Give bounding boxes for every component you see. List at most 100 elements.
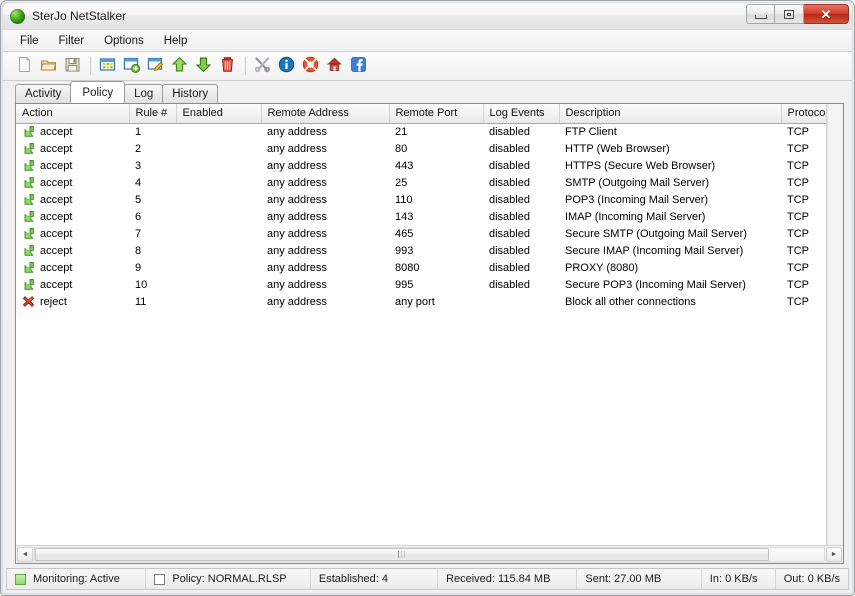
open-folder-button[interactable] xyxy=(37,55,59,77)
window-controls: ✕ xyxy=(746,4,849,25)
new-document-button[interactable] xyxy=(13,55,35,77)
table-row[interactable]: accept 5 any address 110 disabled POP3 (Incom… xyxy=(16,191,826,208)
table-row[interactable]: accept 7 any address 465 disabled Secure SMTP… xyxy=(16,225,826,242)
cell-action: accept xyxy=(16,276,129,293)
tab-policy[interactable]: Policy xyxy=(70,81,126,103)
delete-button[interactable] xyxy=(216,55,238,77)
table-row[interactable]: accept 9 any address 8080 disabled PROXY (808… xyxy=(16,259,826,276)
tab-log[interactable]: Log xyxy=(124,84,164,103)
scroll-right-button[interactable]: ► xyxy=(826,547,842,562)
add-rule-button[interactable] xyxy=(120,55,142,77)
table-row[interactable]: accept 10 any address 995 disabled Secure POP… xyxy=(16,276,826,293)
cell-rule: 9 xyxy=(135,261,142,274)
cell-enabled xyxy=(176,174,261,191)
cell-remote-address: any address xyxy=(267,142,327,155)
column-header-description[interactable]: Description xyxy=(559,104,782,124)
status-sent: Sent: 27.00 MB xyxy=(577,569,702,589)
cell-remote-port: 21 xyxy=(395,125,408,138)
cell-remote-address: any address xyxy=(267,159,327,172)
accept-arrow-icon xyxy=(22,193,35,206)
cell-rule: 2 xyxy=(135,142,142,155)
scroll-left-button[interactable]: ◄ xyxy=(17,547,33,562)
accept-arrow-icon xyxy=(22,142,35,155)
menu-item-filter[interactable]: Filter xyxy=(50,33,94,49)
tab-history[interactable]: History xyxy=(162,84,219,103)
status-monitoring-label: Monitoring: Active xyxy=(33,573,120,585)
horizontal-scrollbar[interactable]: ◄ ► xyxy=(16,545,843,563)
cell-enabled xyxy=(176,242,261,259)
home-button[interactable] xyxy=(323,55,345,77)
cell-rule: 10 xyxy=(135,278,148,291)
maximize-button[interactable] xyxy=(775,4,804,24)
table-row[interactable]: accept 6 any address 143 disabled IMAP (Incom… xyxy=(16,208,826,225)
cell-enabled xyxy=(176,276,261,293)
policy-table-area: Action Rule # Enabled Remote Address Rem… xyxy=(16,104,826,545)
column-header-action[interactable]: Action xyxy=(16,104,130,124)
table-row[interactable]: accept 8 any address 993 disabled Secure IMAP… xyxy=(16,242,826,259)
edit-rule-button[interactable] xyxy=(144,55,166,77)
cell-remote-port: 80 xyxy=(395,142,408,155)
support-button[interactable] xyxy=(299,55,321,77)
window-title: SterJo NetStalker xyxy=(32,9,127,23)
move-up-button[interactable] xyxy=(168,55,190,77)
cell-protocol: TCP xyxy=(787,278,809,291)
close-icon: ✕ xyxy=(820,6,832,22)
table-grid-icon xyxy=(99,56,116,76)
move-down-button[interactable] xyxy=(192,55,214,77)
status-received: Received: 115.84 MB xyxy=(438,569,578,589)
policy-table-body: accept 1 any address 21 disabled FTP Client TC… xyxy=(16,123,826,310)
accept-arrow-icon xyxy=(22,125,35,138)
column-header-protocol[interactable]: Protocol xyxy=(781,104,826,124)
cell-log-events: disabled xyxy=(489,244,530,257)
table-row[interactable]: accept 3 any address 443 disabled HTTPS (Secu… xyxy=(16,157,826,174)
cell-remote-port: any port xyxy=(395,295,435,308)
cell-action: reject xyxy=(16,293,129,310)
table-row[interactable]: accept 1 any address 21 disabled FTP Client TC… xyxy=(16,123,826,140)
facebook-button[interactable] xyxy=(347,55,369,77)
move-down-icon xyxy=(195,56,212,76)
cell-remote-port: 8080 xyxy=(395,261,420,274)
tools-icon xyxy=(254,56,271,76)
minimize-button[interactable] xyxy=(746,4,775,24)
close-button[interactable]: ✕ xyxy=(804,4,849,24)
column-header-remote-address[interactable]: Remote Address xyxy=(261,104,390,124)
cell-remote-address: any address xyxy=(267,261,327,274)
vertical-scrollbar[interactable] xyxy=(826,104,843,545)
horizontal-scrollbar-thumb[interactable] xyxy=(35,548,769,561)
vertical-scrollbar-track[interactable] xyxy=(827,104,843,545)
cell-action: accept xyxy=(16,123,129,140)
status-bar: Monitoring: Active Policy: NORMAL.RLSP E… xyxy=(6,568,849,590)
menu-item-file[interactable]: File xyxy=(11,33,48,49)
menu-item-options[interactable]: Options xyxy=(95,33,153,49)
menu-item-help[interactable]: Help xyxy=(155,33,197,49)
column-header-rule[interactable]: Rule # xyxy=(129,104,177,124)
column-header-log-events[interactable]: Log Events xyxy=(483,104,560,124)
action-label: accept xyxy=(40,227,73,240)
horizontal-scrollbar-track[interactable] xyxy=(34,547,825,562)
status-policy-label: Policy: NORMAL.RLSP xyxy=(172,573,287,585)
table-row[interactable]: reject 11 any address any port Block all oth… xyxy=(16,293,826,310)
table-grid-button[interactable] xyxy=(96,55,118,77)
column-header-enabled[interactable]: Enabled xyxy=(176,104,262,124)
app-icon xyxy=(10,8,25,24)
accept-arrow-icon xyxy=(22,244,35,257)
action-label: accept xyxy=(40,210,73,223)
policy-panel: Action Rule # Enabled Remote Address Rem… xyxy=(15,103,844,564)
tools-button[interactable] xyxy=(251,55,273,77)
cell-log-events: disabled xyxy=(489,227,530,240)
cell-description: Block all other connections xyxy=(565,295,696,308)
column-header-remote-port[interactable]: Remote Port xyxy=(389,104,484,124)
tab-activity[interactable]: Activity xyxy=(15,84,72,103)
toolbar xyxy=(3,52,852,81)
table-row[interactable]: accept 4 any address 25 disabled SMTP (Outgoi… xyxy=(16,174,826,191)
policy-status-indicator-icon xyxy=(154,573,166,585)
cell-description: HTTPS (Secure Web Browser) xyxy=(565,159,716,172)
table-row[interactable]: accept 2 any address 80 disabled HTTP (Web Br… xyxy=(16,140,826,157)
save-button[interactable] xyxy=(61,55,83,77)
accept-arrow-icon xyxy=(22,261,35,274)
chevron-left-icon: ◄ xyxy=(21,551,29,558)
info-button[interactable] xyxy=(275,55,297,77)
cell-log-events: disabled xyxy=(489,261,530,274)
action-label: accept xyxy=(40,125,73,138)
menu-bar: File Filter Options Help xyxy=(3,29,852,52)
